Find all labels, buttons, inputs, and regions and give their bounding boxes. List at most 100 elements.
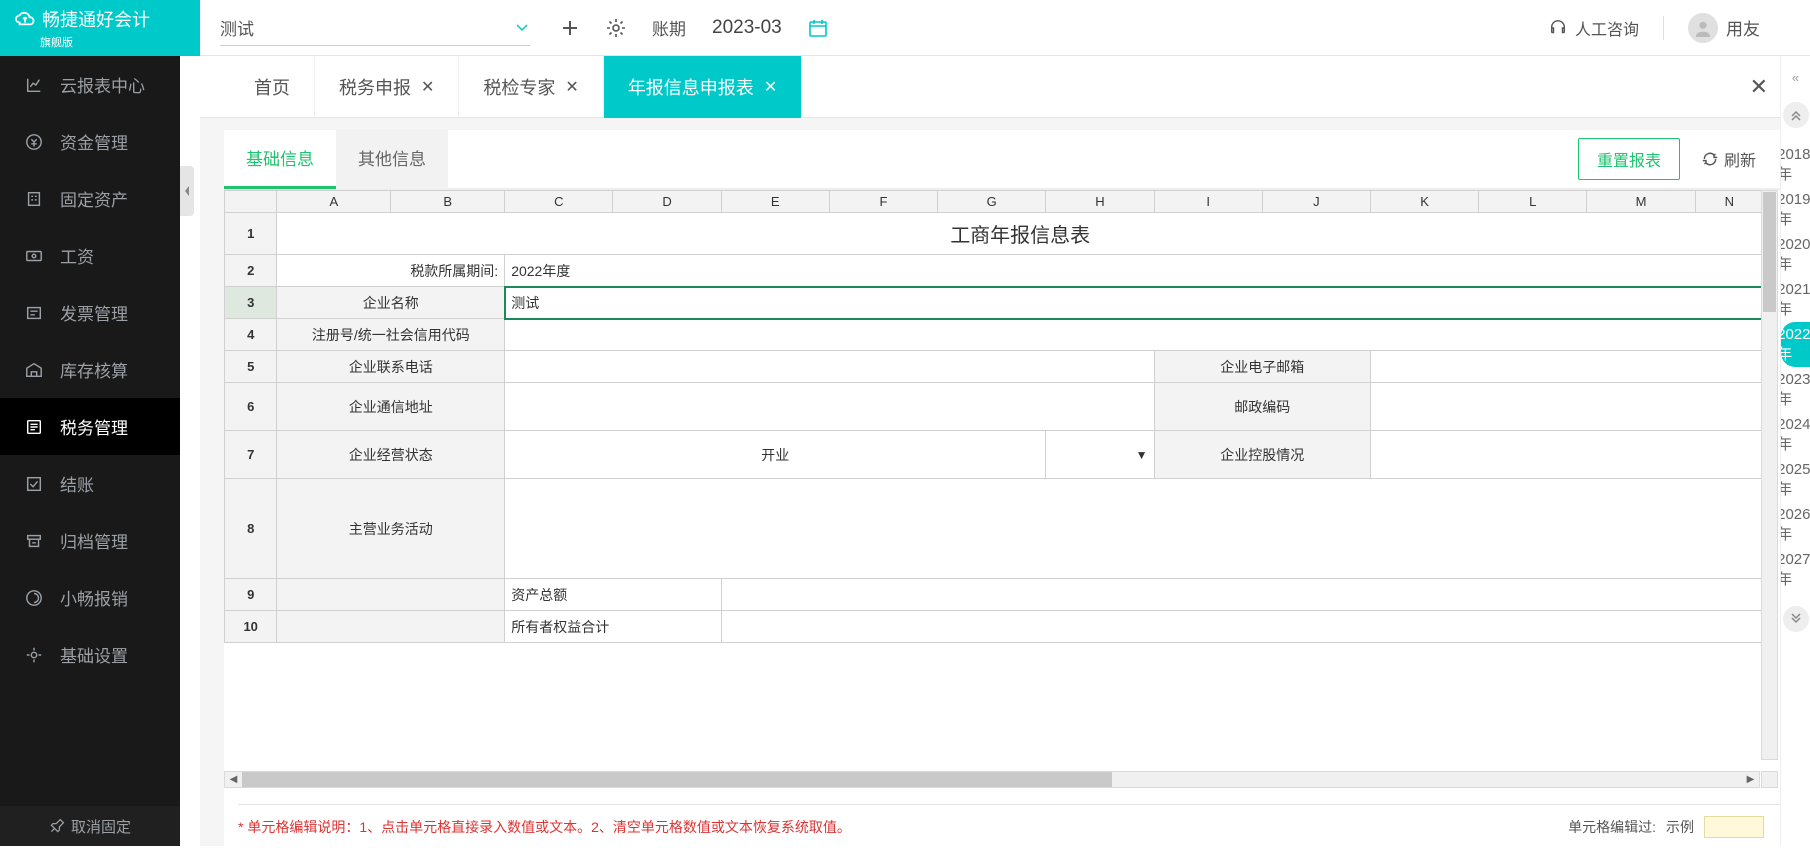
sub-tab-other[interactable]: 其他信息 bbox=[336, 129, 448, 189]
regno-value-cell[interactable] bbox=[505, 319, 1764, 351]
reset-button[interactable]: 重置报表 bbox=[1578, 138, 1680, 180]
mainbiz-value-cell[interactable] bbox=[505, 479, 1764, 579]
company-label-cell[interactable]: 企业名称 bbox=[277, 287, 505, 319]
row-head[interactable]: 4 bbox=[225, 319, 277, 351]
period-label-cell[interactable]: 税款所属期间: bbox=[277, 255, 505, 287]
year-item[interactable]: 2023年 bbox=[1781, 367, 1810, 412]
equity-value-cell[interactable] bbox=[721, 611, 1763, 643]
holding-value-cell[interactable] bbox=[1370, 431, 1763, 479]
row-head[interactable]: 9 bbox=[225, 579, 277, 611]
user-menu[interactable]: 用友 bbox=[1688, 13, 1760, 43]
phone-label-cell[interactable]: 企业联系电话 bbox=[277, 351, 505, 383]
sidebar-item-closing[interactable]: 结账 bbox=[0, 455, 180, 512]
sidebar-item-settings[interactable]: 基础设置 bbox=[0, 626, 180, 683]
sidebar-item-expense[interactable]: 小畅报销 bbox=[0, 569, 180, 626]
close-all-tabs[interactable]: ✕ bbox=[1750, 74, 1768, 100]
year-item[interactable]: 2019年 bbox=[1781, 187, 1810, 232]
vertical-scrollbar[interactable] bbox=[1761, 190, 1778, 760]
assets-value-cell[interactable] bbox=[721, 579, 1763, 611]
scroll-right-icon[interactable]: ▶ bbox=[1742, 772, 1759, 787]
assets-label-cell[interactable]: 资产总额 bbox=[505, 579, 721, 611]
year-item[interactable]: 2018年 bbox=[1781, 142, 1810, 187]
company-value-cell[interactable]: 测试 bbox=[505, 287, 1764, 319]
scrollbar-thumb[interactable] bbox=[242, 772, 1112, 787]
plus-icon[interactable] bbox=[560, 18, 580, 38]
col-head[interactable]: J bbox=[1262, 191, 1370, 213]
year-item[interactable]: 2027年 bbox=[1781, 547, 1810, 592]
row-head[interactable]: 3 bbox=[225, 287, 277, 319]
period-value[interactable]: 2023-03 bbox=[712, 17, 782, 39]
year-strip-collapse[interactable]: « bbox=[1787, 66, 1805, 88]
email-value-cell[interactable] bbox=[1370, 351, 1763, 383]
col-head[interactable]: A bbox=[277, 191, 391, 213]
col-head[interactable]: G bbox=[938, 191, 1046, 213]
status-label-cell[interactable]: 企业经营状态 bbox=[277, 431, 505, 479]
holding-label-cell[interactable]: 企业控股情况 bbox=[1154, 431, 1370, 479]
scroll-left-icon[interactable]: ◀ bbox=[225, 772, 242, 787]
col-head[interactable]: B bbox=[391, 191, 505, 213]
year-item[interactable]: 2020年 bbox=[1781, 232, 1810, 277]
sidebar-pin-toggle[interactable]: 取消固定 bbox=[0, 806, 180, 846]
row-head[interactable]: 2 bbox=[225, 255, 277, 287]
period-value-cell[interactable]: 2022年度 bbox=[505, 255, 1764, 287]
col-head[interactable]: D bbox=[613, 191, 721, 213]
year-item[interactable]: 2025年 bbox=[1781, 457, 1810, 502]
consult-button[interactable]: 人工咨询 bbox=[1549, 16, 1639, 40]
postcode-label-cell[interactable]: 邮政编码 bbox=[1154, 383, 1370, 431]
empty-label-cell[interactable] bbox=[277, 579, 505, 611]
gear-icon[interactable] bbox=[606, 18, 626, 38]
calendar-icon[interactable] bbox=[808, 18, 828, 38]
col-head[interactable]: K bbox=[1370, 191, 1478, 213]
refresh-button[interactable]: 刷新 bbox=[1702, 147, 1756, 171]
sidebar-item-archive[interactable]: 归档管理 bbox=[0, 512, 180, 569]
horizontal-scrollbar[interactable]: ◀ ▶ bbox=[224, 771, 1760, 788]
col-head[interactable]: I bbox=[1154, 191, 1262, 213]
col-head[interactable]: F bbox=[829, 191, 937, 213]
row-head[interactable]: 6 bbox=[225, 383, 277, 431]
sidebar-collapse-handle[interactable] bbox=[180, 166, 194, 216]
tab-taxcheck[interactable]: 税检专家✕ bbox=[459, 56, 603, 118]
email-label-cell[interactable]: 企业电子邮箱 bbox=[1154, 351, 1370, 383]
col-head[interactable]: N bbox=[1695, 191, 1763, 213]
close-icon[interactable]: ✕ bbox=[421, 77, 434, 97]
col-head[interactable]: H bbox=[1046, 191, 1154, 213]
status-value-cell[interactable]: 开业 bbox=[505, 431, 1046, 479]
phone-value-cell[interactable] bbox=[505, 351, 1154, 383]
tab-home[interactable]: 首页 bbox=[230, 56, 315, 118]
close-icon[interactable]: ✕ bbox=[764, 77, 777, 97]
empty-label-cell[interactable] bbox=[277, 611, 505, 643]
mainbiz-label-cell[interactable]: 主营业务活动 bbox=[277, 479, 505, 579]
row-head[interactable]: 7 bbox=[225, 431, 277, 479]
address-value-cell[interactable] bbox=[505, 383, 1154, 431]
sidebar-item-funds[interactable]: 资金管理 bbox=[0, 113, 180, 170]
year-item[interactable]: 2022年 bbox=[1781, 322, 1810, 367]
year-item[interactable]: 2024年 bbox=[1781, 412, 1810, 457]
col-head[interactable]: L bbox=[1479, 191, 1587, 213]
sidebar-item-invoice[interactable]: 发票管理 bbox=[0, 284, 180, 341]
tab-taxfile[interactable]: 税务申报✕ bbox=[315, 56, 459, 118]
corner-cell[interactable] bbox=[225, 191, 277, 213]
company-selector[interactable]: 测试 bbox=[220, 10, 530, 46]
sidebar-item-assets[interactable]: 固定资产 bbox=[0, 170, 180, 227]
sidebar-item-reports[interactable]: 云报表中心 bbox=[0, 56, 180, 113]
year-item[interactable]: 2026年 bbox=[1781, 502, 1810, 547]
year-up-button[interactable] bbox=[1783, 102, 1809, 128]
sidebar-item-inventory[interactable]: 库存核算 bbox=[0, 341, 180, 398]
year-item[interactable]: 2021年 bbox=[1781, 277, 1810, 322]
tab-annualreport[interactable]: 年报信息申报表✕ bbox=[604, 56, 801, 118]
col-head[interactable]: E bbox=[721, 191, 829, 213]
address-label-cell[interactable]: 企业通信地址 bbox=[277, 383, 505, 431]
regno-label-cell[interactable]: 注册号/统一社会信用代码 bbox=[277, 319, 505, 351]
row-head[interactable]: 8 bbox=[225, 479, 277, 579]
sidebar-item-tax[interactable]: 税务管理 bbox=[0, 398, 180, 455]
col-head[interactable]: C bbox=[505, 191, 613, 213]
row-head[interactable]: 5 bbox=[225, 351, 277, 383]
scrollbar-thumb[interactable] bbox=[1763, 192, 1776, 312]
row-head[interactable]: 10 bbox=[225, 611, 277, 643]
col-head[interactable]: M bbox=[1587, 191, 1695, 213]
row-head[interactable]: 1 bbox=[225, 213, 277, 255]
sub-tab-basic[interactable]: 基础信息 bbox=[224, 129, 336, 189]
year-down-button[interactable] bbox=[1783, 606, 1809, 632]
spreadsheet[interactable]: A B C D E F G H I J K L M N 1工商年报信息表 2税款… bbox=[224, 190, 1780, 800]
sidebar-item-salary[interactable]: 工资 bbox=[0, 227, 180, 284]
